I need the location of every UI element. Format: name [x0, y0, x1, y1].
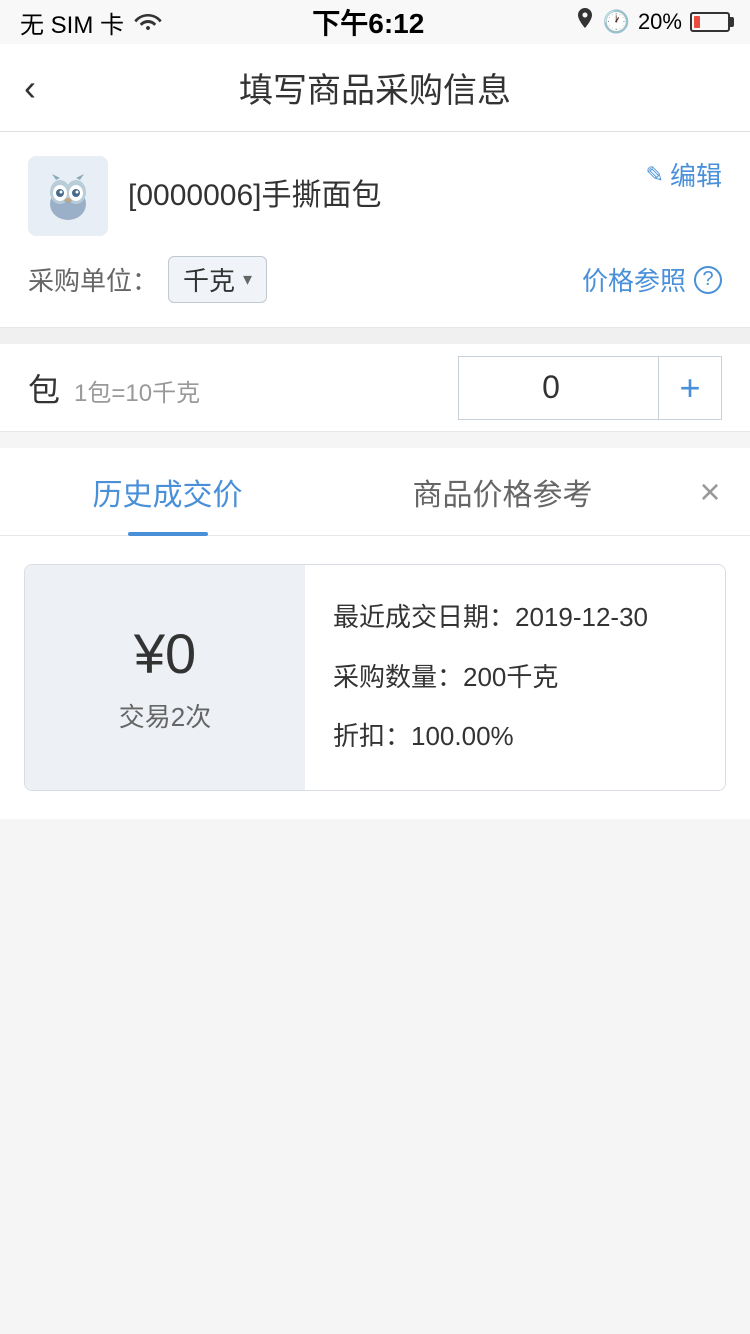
battery-icon [690, 12, 730, 32]
price-ref-button[interactable]: 价格参照 ? [582, 261, 722, 298]
carrier-label: 无 SIM 卡 [20, 5, 124, 40]
edit-icon: ✎ [646, 162, 664, 188]
tab-product-label: 商品价格参考 [413, 470, 593, 514]
unit-row: 采购单位： 千克 ▾ [28, 256, 267, 303]
edit-button[interactable]: ✎ 编辑 [646, 156, 722, 193]
battery-percent: 20% [638, 9, 682, 35]
price-right-panel: 最近成交日期：2019-12-30 采购数量：200千克 折扣：100.00% [305, 565, 725, 790]
product-icon [28, 156, 108, 236]
quantity-convert: 1包=10千克 [74, 373, 200, 408]
dropdown-icon: ▾ [243, 269, 252, 290]
quantity-label: 采购数量： [333, 662, 463, 692]
product-left: [0000006]手撕面包 [28, 156, 381, 236]
tab-close-button[interactable]: × [670, 448, 750, 536]
quantity-input-group: + [458, 356, 722, 420]
status-right: 🕐 20% [575, 8, 730, 36]
help-icon: ? [694, 266, 722, 294]
back-button[interactable]: ‹ [24, 67, 36, 109]
section-divider [0, 328, 750, 344]
product-info-row: 采购单位： 千克 ▾ 价格参照 ? [28, 256, 722, 303]
price-amount: ¥0 [134, 620, 196, 687]
discount-label: 折扣： [333, 721, 411, 751]
quantity-plus-button[interactable]: + [658, 356, 722, 420]
product-header: [0000006]手撕面包 ✎ 编辑 [28, 156, 722, 236]
tabs-header: 历史成交价 商品价格参考 × [0, 448, 750, 536]
product-name: [0000006]手撕面包 [128, 175, 381, 217]
status-bar: 无 SIM 卡 下午6:12 🕐 20% [0, 0, 750, 44]
quantity-label-group: 包 1包=10千克 [28, 365, 200, 411]
currency-symbol: ¥ [134, 622, 165, 685]
location-icon [575, 8, 595, 36]
price-value: 0 [165, 622, 196, 685]
quantity-row: 采购数量：200千克 [333, 657, 697, 699]
alarm-icon: 🕐 [603, 9, 630, 35]
price-left-panel: ¥0 交易2次 [25, 565, 305, 790]
product-section: [0000006]手撕面包 ✎ 编辑 采购单位： 千克 ▾ 价格参照 ? [0, 132, 750, 328]
page-title: 填写商品采购信息 [239, 63, 511, 112]
main-content: [0000006]手撕面包 ✎ 编辑 采购单位： 千克 ▾ 价格参照 ? [0, 132, 750, 1334]
quantity-unit: 包 [28, 365, 60, 411]
quantity-input[interactable] [458, 356, 658, 420]
unit-label: 采购单位： [28, 261, 158, 298]
quantity-section: 包 1包=10千克 + [0, 344, 750, 432]
unit-value: 千克 [183, 261, 235, 298]
tab-history-price[interactable]: 历史成交价 [0, 448, 335, 536]
price-card-container: ¥0 交易2次 最近成交日期：2019-12-30 采购数量：200千克 折扣：… [0, 536, 750, 819]
last-date-row: 最近成交日期：2019-12-30 [333, 597, 697, 639]
close-icon: × [699, 471, 720, 513]
discount-value: 100.00% [411, 721, 514, 751]
last-date-value: 2019-12-30 [515, 602, 648, 632]
price-card: ¥0 交易2次 最近成交日期：2019-12-30 采购数量：200千克 折扣：… [24, 564, 726, 791]
last-date-label: 最近成交日期： [333, 602, 515, 632]
wifi-icon [134, 8, 162, 37]
tab-product-price[interactable]: 商品价格参考 [335, 448, 670, 536]
nav-bar: ‹ 填写商品采购信息 [0, 44, 750, 132]
tabs-section: 历史成交价 商品价格参考 × ¥0 交易2次 最近成交日期：20 [0, 448, 750, 819]
trade-count: 交易2次 [119, 697, 211, 734]
tab-history-label: 历史成交价 [93, 470, 243, 514]
status-time: 下午6:12 [312, 2, 424, 42]
quantity-value: 200千克 [463, 662, 558, 692]
status-left: 无 SIM 卡 [20, 5, 162, 40]
discount-row: 折扣：100.00% [333, 716, 697, 758]
unit-selector[interactable]: 千克 ▾ [168, 256, 267, 303]
price-ref-label: 价格参照 [582, 261, 686, 298]
